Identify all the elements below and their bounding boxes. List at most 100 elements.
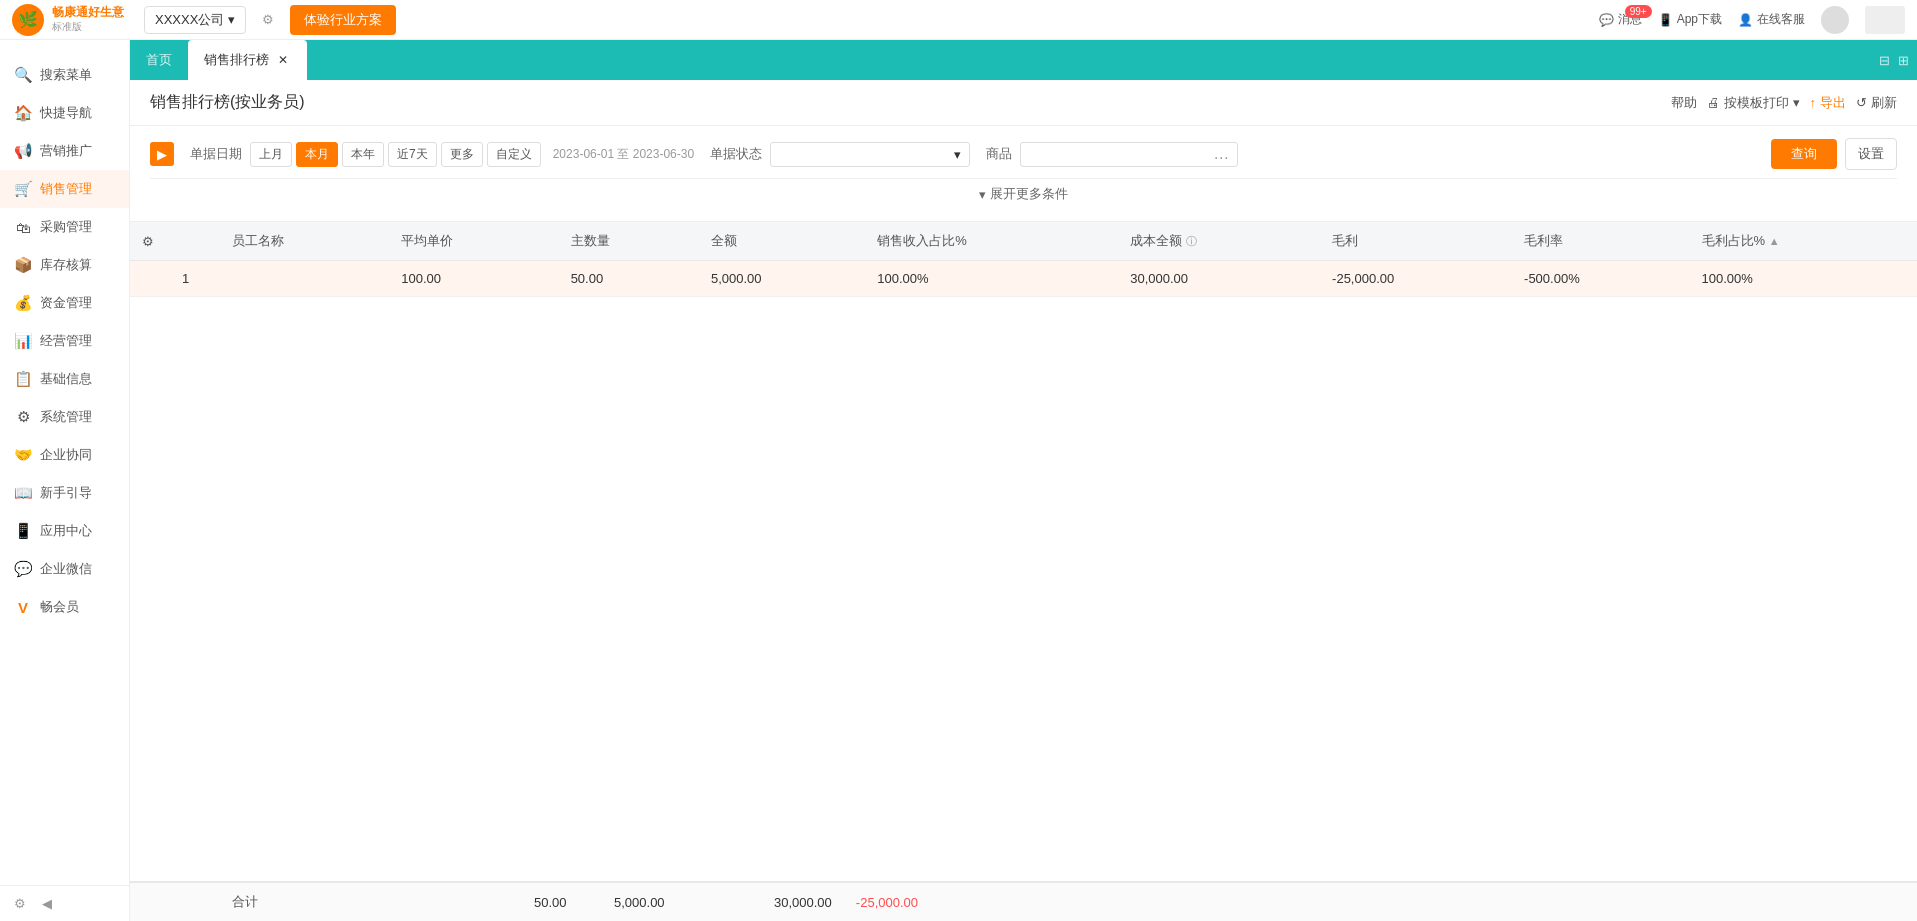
app-icon: 📱 [1658, 13, 1673, 27]
sidebar-item-member[interactable]: V 畅会员 [0, 588, 129, 626]
footer-qty: 50.00 [522, 895, 602, 910]
sidebar-item-search[interactable]: 🔍 搜索菜单 [0, 56, 129, 94]
print-chevron-icon [1793, 95, 1800, 110]
column-settings-icon[interactable]: ⚙ [142, 234, 154, 249]
th-gross: 毛利 [1320, 222, 1512, 261]
settings-button[interactable]: 设置 [1845, 138, 1897, 170]
user-avatar[interactable] [1821, 6, 1849, 34]
sidebar-item-purchase[interactable]: 🛍 采购管理 [0, 208, 129, 246]
refresh-button[interactable]: ↺ 刷新 [1856, 94, 1897, 112]
sidebar-item-marketing[interactable]: 📢 营销推广 [0, 132, 129, 170]
print-button[interactable]: 🖨 按模板打印 [1707, 94, 1800, 112]
td-name [220, 261, 389, 297]
company-selector[interactable]: XXXXX公司 [144, 6, 246, 34]
td-settings [130, 261, 170, 297]
footer-gross: -25,000.00 [844, 895, 930, 910]
td-gross-pct: 100.00% [1690, 261, 1918, 297]
marketing-icon: 📢 [14, 142, 32, 160]
date-btn-year[interactable]: 本年 [342, 142, 384, 167]
expand-row: ▾ 展开更多条件 [150, 178, 1897, 209]
inventory-icon: 📦 [14, 256, 32, 274]
company-chevron-icon [228, 12, 235, 27]
date-btn-curr[interactable]: 本月 [296, 142, 338, 167]
tab-maximize-icon[interactable]: ⊞ [1898, 53, 1909, 68]
sidebar-header [0, 40, 129, 56]
td-rank: 1 [170, 261, 220, 297]
date-btn-week[interactable]: 近7天 [388, 142, 437, 167]
refresh-label: 刷新 [1871, 94, 1897, 112]
filter-action-btns: 查询 设置 [1771, 138, 1897, 170]
footer-label: 合计 [232, 893, 432, 911]
tab-right-controls: ⊟ ⊞ [1879, 53, 1917, 68]
tab-close-icon[interactable]: ✕ [275, 52, 291, 68]
table-row: 1 100.00 50.00 5,000.00 100.00% 30,000.0… [130, 261, 1917, 297]
tab-minimize-icon[interactable]: ⊟ [1879, 53, 1890, 68]
logo-area: 🌿 畅康通好生意 标准版 [12, 4, 132, 36]
sidebar-item-system[interactable]: ⚙ 系统管理 [0, 398, 129, 436]
sidebar-bottom: ⚙ ◀ [0, 885, 129, 921]
tab-sales-rank[interactable]: 销售排行榜 ✕ [188, 40, 307, 80]
app-download-button[interactable]: 📱 App下载 [1658, 11, 1722, 28]
export-icon: ↑ [1810, 95, 1817, 110]
sidebar-item-operation[interactable]: 📊 经营管理 [0, 322, 129, 360]
message-button[interactable]: 💬 消息 99+ [1599, 11, 1642, 28]
query-button[interactable]: 查询 [1771, 139, 1837, 169]
expand-conditions-btn[interactable]: ▾ 展开更多条件 [979, 185, 1068, 203]
th-sales-pct: 销售收入占比% [865, 222, 1118, 261]
collab-icon: 🤝 [14, 446, 32, 464]
td-qty: 50.00 [559, 261, 699, 297]
sidebar-label-shortcut: 快捷导航 [40, 104, 92, 122]
goods-input[interactable] [1021, 143, 1205, 166]
export-label: 导出 [1820, 94, 1846, 112]
sidebar-label-basic: 基础信息 [40, 370, 92, 388]
sidebar-item-basic[interactable]: 📋 基础信息 [0, 360, 129, 398]
page-header: 销售排行榜(按业务员) 帮助 🖨 按模板打印 ↑ 导出 [130, 80, 1917, 126]
export-button[interactable]: ↑ 导出 [1810, 94, 1847, 112]
date-btns: 上月 本月 本年 近7天 更多 自定义 [250, 142, 541, 167]
sidebar-collapse-icon[interactable]: ◀ [42, 896, 52, 911]
filter-status-item: 单据状态 [710, 142, 970, 167]
goods-more-dots[interactable]: … [1205, 145, 1237, 163]
sidebar-item-inventory[interactable]: 📦 库存核算 [0, 246, 129, 284]
table-wrapper[interactable]: ⚙ 员工名称 平均单价 主数量 全额 销售收入占比% 成本全额 [130, 222, 1917, 881]
trial-button[interactable]: 体验行业方案 [290, 5, 396, 35]
sidebar-label-purchase: 采购管理 [40, 218, 92, 236]
company-name: XXXXX公司 [155, 11, 224, 29]
filter-status-label: 单据状态 [710, 145, 762, 163]
topbar-settings-icon[interactable]: ⚙ [254, 6, 282, 34]
gross-pct-help-icon[interactable]: ▲ [1769, 235, 1780, 247]
tab-home[interactable]: 首页 [130, 40, 188, 80]
sidebar-item-apps[interactable]: 📱 应用中心 [0, 512, 129, 550]
sidebar-label-member: 畅会员 [40, 598, 79, 616]
filter-toggle-icon[interactable]: ▶ [150, 142, 174, 166]
cost-help-icon[interactable]: ⓘ [1186, 235, 1197, 247]
sidebar-item-shortcut[interactable]: 🏠 快捷导航 [0, 94, 129, 132]
tab-bar: 首页 销售排行榜 ✕ ⊟ ⊞ [130, 40, 1917, 80]
wechat-icon: 💬 [14, 560, 32, 578]
tab-home-label: 首页 [146, 51, 172, 69]
filter-goods-item: 商品 … [986, 142, 1238, 167]
sidebar-item-wechat[interactable]: 💬 企业微信 [0, 550, 129, 588]
sidebar-label-collab: 企业协同 [40, 446, 92, 464]
date-btn-custom[interactable]: 自定义 [487, 142, 541, 167]
sidebar-item-guide[interactable]: 📖 新手引导 [0, 474, 129, 512]
online-service-button[interactable]: 👤 在线客服 [1738, 11, 1805, 28]
sidebar-label-guide: 新手引导 [40, 484, 92, 502]
date-btn-more[interactable]: 更多 [441, 142, 483, 167]
footer-cost: 30,000.00 [762, 895, 844, 910]
sidebar-item-collab[interactable]: 🤝 企业协同 [0, 436, 129, 474]
filter-area: ▶ 单据日期 上月 本月 本年 近7天 更多 自定义 2023- [130, 126, 1917, 222]
page-title: 销售排行榜(按业务员) [150, 92, 305, 113]
sidebar-label-inventory: 库存核算 [40, 256, 92, 274]
print-label: 按模板打印 [1724, 94, 1789, 112]
sidebar-settings-icon[interactable]: ⚙ [14, 896, 26, 911]
help-button[interactable]: 帮助 [1671, 94, 1697, 112]
search-icon: 🔍 [14, 66, 32, 84]
sidebar-item-finance[interactable]: 💰 资金管理 [0, 284, 129, 322]
th-qty: 主数量 [559, 222, 699, 261]
sidebar-item-sales[interactable]: 🛒 销售管理 [0, 170, 129, 208]
filter-status-select[interactable] [770, 142, 970, 167]
th-amount: 全额 [699, 222, 865, 261]
date-btn-prev[interactable]: 上月 [250, 142, 292, 167]
status-chevron-icon [954, 147, 961, 162]
